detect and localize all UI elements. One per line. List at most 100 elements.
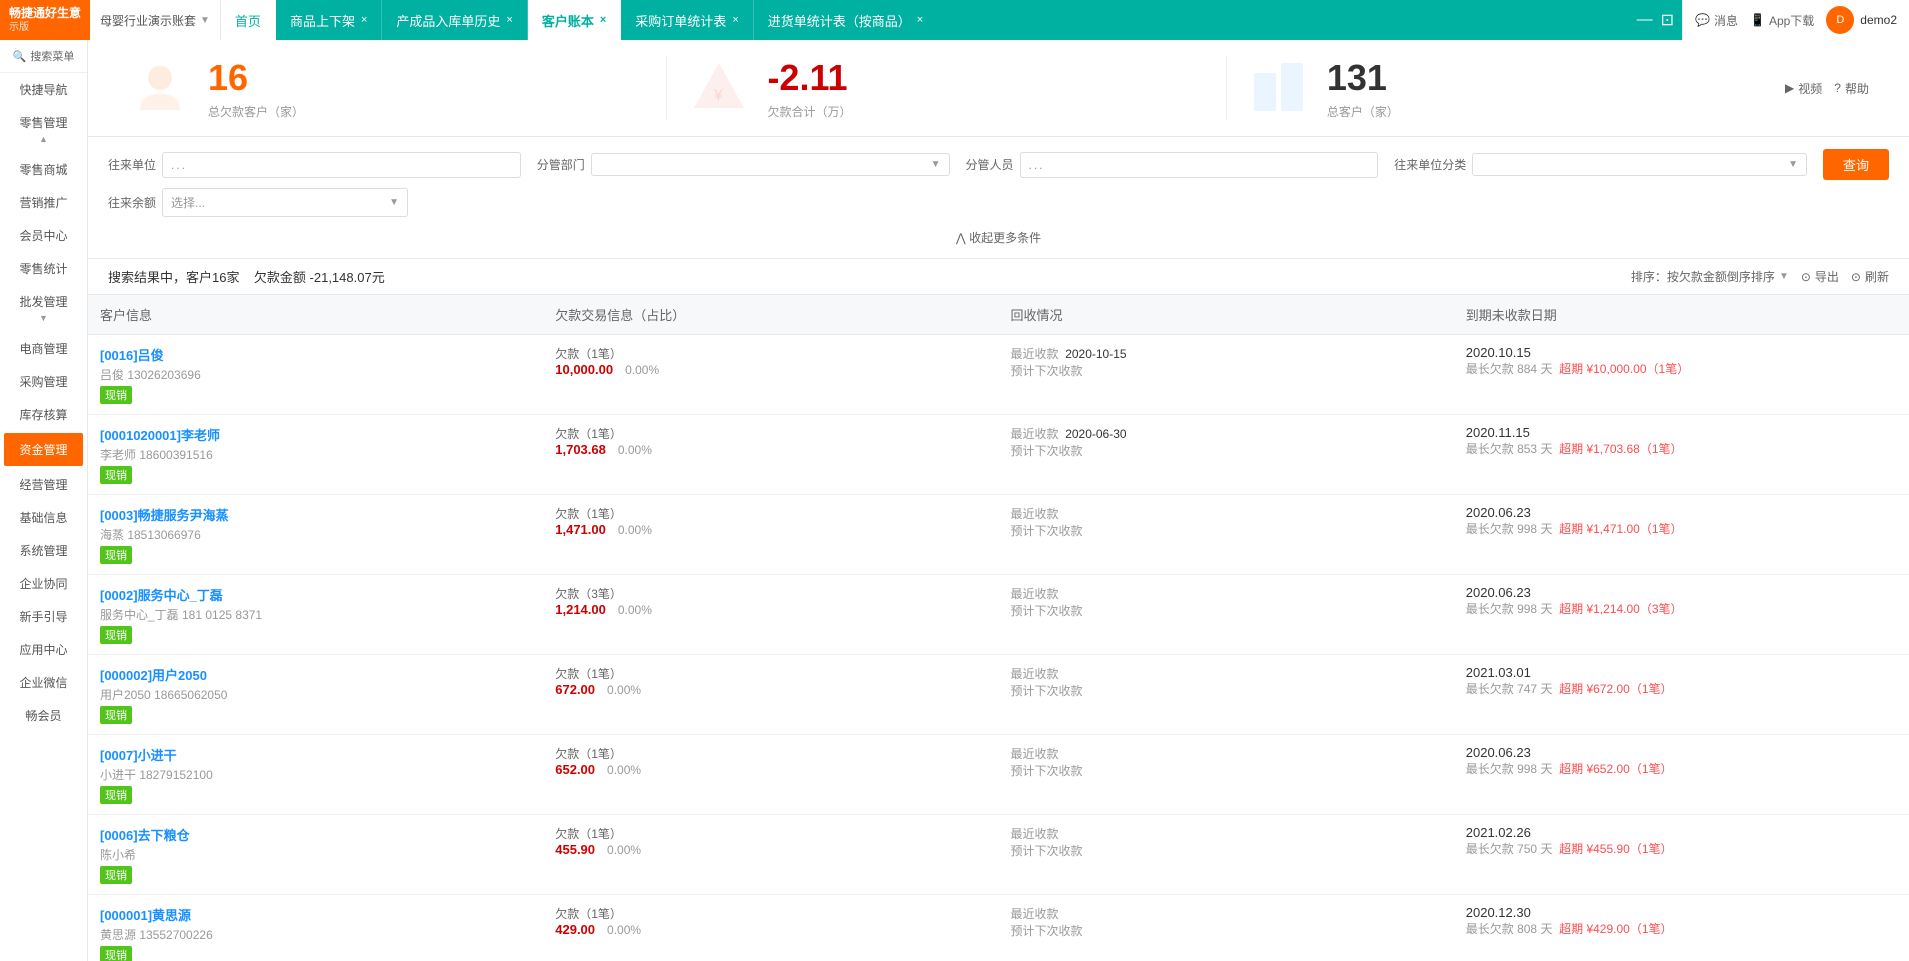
customer-sub-6: 陈小希	[100, 846, 531, 863]
tab-purchase-order[interactable]: 采购订单统计表 ×	[621, 0, 753, 40]
sidebar-item-retail-stat[interactable]: 零售统计	[0, 252, 87, 285]
cell-customer-6: [0006]去下粮仓 陈小希 现销	[88, 815, 543, 895]
col-debt-info: 欠款交易信息（占比）	[543, 295, 998, 335]
filter-balance: 往来余额 选择... ▼	[108, 188, 408, 217]
collapse-btn[interactable]: ⋀ 收起更多条件	[108, 225, 1889, 250]
stat-info-3: 131 总客户（家）	[1327, 57, 1399, 120]
filter-row-2: 往来余额 选择... ▼	[108, 188, 1889, 217]
debt-pct-1: 0.00%	[618, 443, 652, 457]
unit-class-select[interactable]: ▼	[1472, 153, 1807, 176]
sidebar-item-retail-mall[interactable]: 零售商城	[0, 153, 87, 186]
export-btn[interactable]: ⊙ 导出	[1801, 268, 1839, 285]
window-minimize[interactable]: —	[1637, 11, 1653, 29]
sort-label: 排序：按欠款金额倒序排序	[1631, 268, 1775, 285]
sidebar-item-enterprise-wechat[interactable]: 企业微信	[0, 666, 87, 699]
refresh-btn[interactable]: ⊙ 刷新	[1851, 268, 1889, 285]
overdue-amount-2[interactable]: 超期 ¥1,471.00（1笔）	[1559, 522, 1682, 536]
tab-home[interactable]: 首页	[221, 0, 276, 40]
results-header: 搜索结果中，客户16家 欠款金额 -21,148.07元 排序：按欠款金额倒序排…	[88, 259, 1909, 295]
tab-customer-account[interactable]: 客户账本 ×	[528, 0, 621, 40]
stat-card-amount: ¥ -2.11 欠款合计（万）	[667, 56, 1226, 120]
customer-name-4[interactable]: [000002]用户2050	[100, 665, 531, 684]
help-btn[interactable]: ? 帮助	[1834, 80, 1869, 97]
data-table-container: 客户信息 欠款交易信息（占比） 回收情况 到期未收款日期 [0016]吕俊 吕俊…	[88, 295, 1909, 961]
sidebar-item-retail-mgmt[interactable]: 零售管理 ▲	[0, 106, 87, 153]
overdue-amount-1[interactable]: 超期 ¥1,703.68（1笔）	[1559, 442, 1682, 456]
store-dropdown-icon: ▼	[200, 15, 210, 26]
message-btn[interactable]: 💬 消息	[1695, 12, 1738, 29]
tab-product-history[interactable]: 产成品入库单历史 ×	[382, 0, 527, 40]
sidebar-item-member[interactable]: 会员中心	[0, 219, 87, 252]
sidebar-item-system[interactable]: 系统管理	[0, 534, 87, 567]
customer-name-7[interactable]: [000001]黄思源	[100, 905, 531, 924]
tag-xian-6: 现销	[100, 866, 132, 884]
cell-collect-7: 最近收款 预计下次收款	[999, 895, 1454, 961]
query-button[interactable]: 查询	[1823, 149, 1889, 180]
overdue-amount-6[interactable]: 超期 ¥455.90（1笔）	[1559, 842, 1672, 856]
tab-purchase-stat[interactable]: 进货单统计表（按商品） ×	[754, 0, 937, 40]
sidebar-item-batch-mgmt[interactable]: 批发管理 ▼	[0, 285, 87, 332]
search-menu-btn[interactable]: 🔍 搜索菜单	[0, 40, 87, 73]
sidebar-item-purchase[interactable]: 采购管理	[0, 365, 87, 398]
phone-icon: 📱	[1750, 13, 1765, 27]
sidebar-item-ops-mgmt[interactable]: 经营管理	[0, 468, 87, 501]
customer-name-3[interactable]: [0002]服务中心_丁磊	[100, 585, 531, 604]
stat-icon-2: ¥	[687, 56, 751, 120]
debt-amount-6: 455.90	[555, 842, 595, 857]
customer-name-5[interactable]: [0007]小进干	[100, 745, 531, 764]
col-customer-info: 客户信息	[88, 295, 543, 335]
tab-product-off[interactable]: 商品上下架 ×	[276, 0, 382, 40]
app-download-btn[interactable]: 📱 App下载	[1750, 12, 1814, 29]
cell-due-2: 2020.06.23 最长欠款 998 天 超期 ¥1,471.00（1笔）	[1454, 495, 1909, 575]
sidebar-item-vip[interactable]: 畅会员	[0, 699, 87, 732]
sidebar-item-ecommerce[interactable]: 电商管理	[0, 332, 87, 365]
unit-class-chevron-icon: ▼	[1788, 159, 1798, 170]
col-collect: 回收情况	[999, 295, 1454, 335]
sidebar-item-marketing[interactable]: 营销推广	[0, 186, 87, 219]
cell-collect-5: 最近收款 预计下次收款	[999, 735, 1454, 815]
overdue-amount-7[interactable]: 超期 ¥429.00（1笔）	[1559, 922, 1672, 936]
stat-num-customers: 16	[208, 57, 304, 99]
customer-name-0[interactable]: [0016]吕俊	[100, 345, 531, 364]
customer-name-1[interactable]: [0001020001]李老师	[100, 425, 531, 444]
cell-debt-4: 欠款（1笔） 672.00 0.00%	[543, 655, 998, 735]
sidebar-item-finance[interactable]: 资金管理	[4, 433, 83, 466]
sidebar-item-guide[interactable]: 新手引导	[0, 600, 87, 633]
balance-select[interactable]: 选择... ▼	[162, 188, 408, 217]
overdue-amount-3[interactable]: 超期 ¥1,214.00（3笔）	[1559, 602, 1682, 616]
overdue-amount-0[interactable]: 超期 ¥10,000.00（1笔）	[1559, 362, 1689, 376]
sidebar-item-stock[interactable]: 库存核算	[0, 398, 87, 431]
customer-sub-1: 李老师 18600391516	[100, 446, 531, 463]
overdue-amount-4[interactable]: 超期 ¥672.00（1笔）	[1559, 682, 1672, 696]
customer-name-2[interactable]: [0003]畅捷服务尹海蒸	[100, 505, 531, 524]
cell-due-1: 2020.11.15 最长欠款 853 天 超期 ¥1,703.68（1笔）	[1454, 415, 1909, 495]
table-row: [0007]小进干 小进干 18279152100 现销 欠款（1笔） 652.…	[88, 735, 1909, 815]
sidebar-item-app-center[interactable]: 应用中心	[0, 633, 87, 666]
overdue-amount-5[interactable]: 超期 ¥652.00（1笔）	[1559, 762, 1672, 776]
dept-select[interactable]: ▼	[591, 153, 950, 176]
sort-select[interactable]: 排序：按欠款金额倒序排序 ▼	[1631, 268, 1789, 285]
customer-sub-4: 用户2050 18665062050	[100, 686, 531, 703]
tab-close-purchase-order[interactable]: ×	[732, 14, 738, 26]
tab-close-purchase-stat[interactable]: ×	[917, 14, 923, 26]
manager-input[interactable]: ...	[1020, 152, 1379, 178]
tag-xian-1: 现销	[100, 466, 132, 484]
store-selector[interactable]: 母婴行业演示账套 ▼	[90, 0, 221, 40]
video-icon: ▶	[1785, 81, 1794, 95]
tab-close-product-off[interactable]: ×	[361, 14, 367, 26]
debt-pct-4: 0.00%	[607, 683, 641, 697]
sidebar-item-basic-info[interactable]: 基础信息	[0, 501, 87, 534]
user-profile[interactable]: D demo2	[1826, 6, 1897, 34]
debt-pct-7: 0.00%	[607, 923, 641, 937]
debt-amount-7: 429.00	[555, 922, 595, 937]
tab-close-product-history[interactable]: ×	[506, 14, 512, 26]
customer-name-6[interactable]: [0006]去下粮仓	[100, 825, 531, 844]
debt-pct-6: 0.00%	[607, 843, 641, 857]
debt-amount-4: 672.00	[555, 682, 595, 697]
video-btn[interactable]: ▶ 视频	[1785, 80, 1822, 97]
window-maximize[interactable]: ⊡	[1661, 10, 1674, 30]
sidebar-item-enterprise[interactable]: 企业协同	[0, 567, 87, 600]
from-unit-input[interactable]: ...	[162, 152, 521, 178]
table-row: [0002]服务中心_丁磊 服务中心_丁磊 181 0125 8371 现销 欠…	[88, 575, 1909, 655]
tab-close-customer-account[interactable]: ×	[600, 14, 606, 26]
